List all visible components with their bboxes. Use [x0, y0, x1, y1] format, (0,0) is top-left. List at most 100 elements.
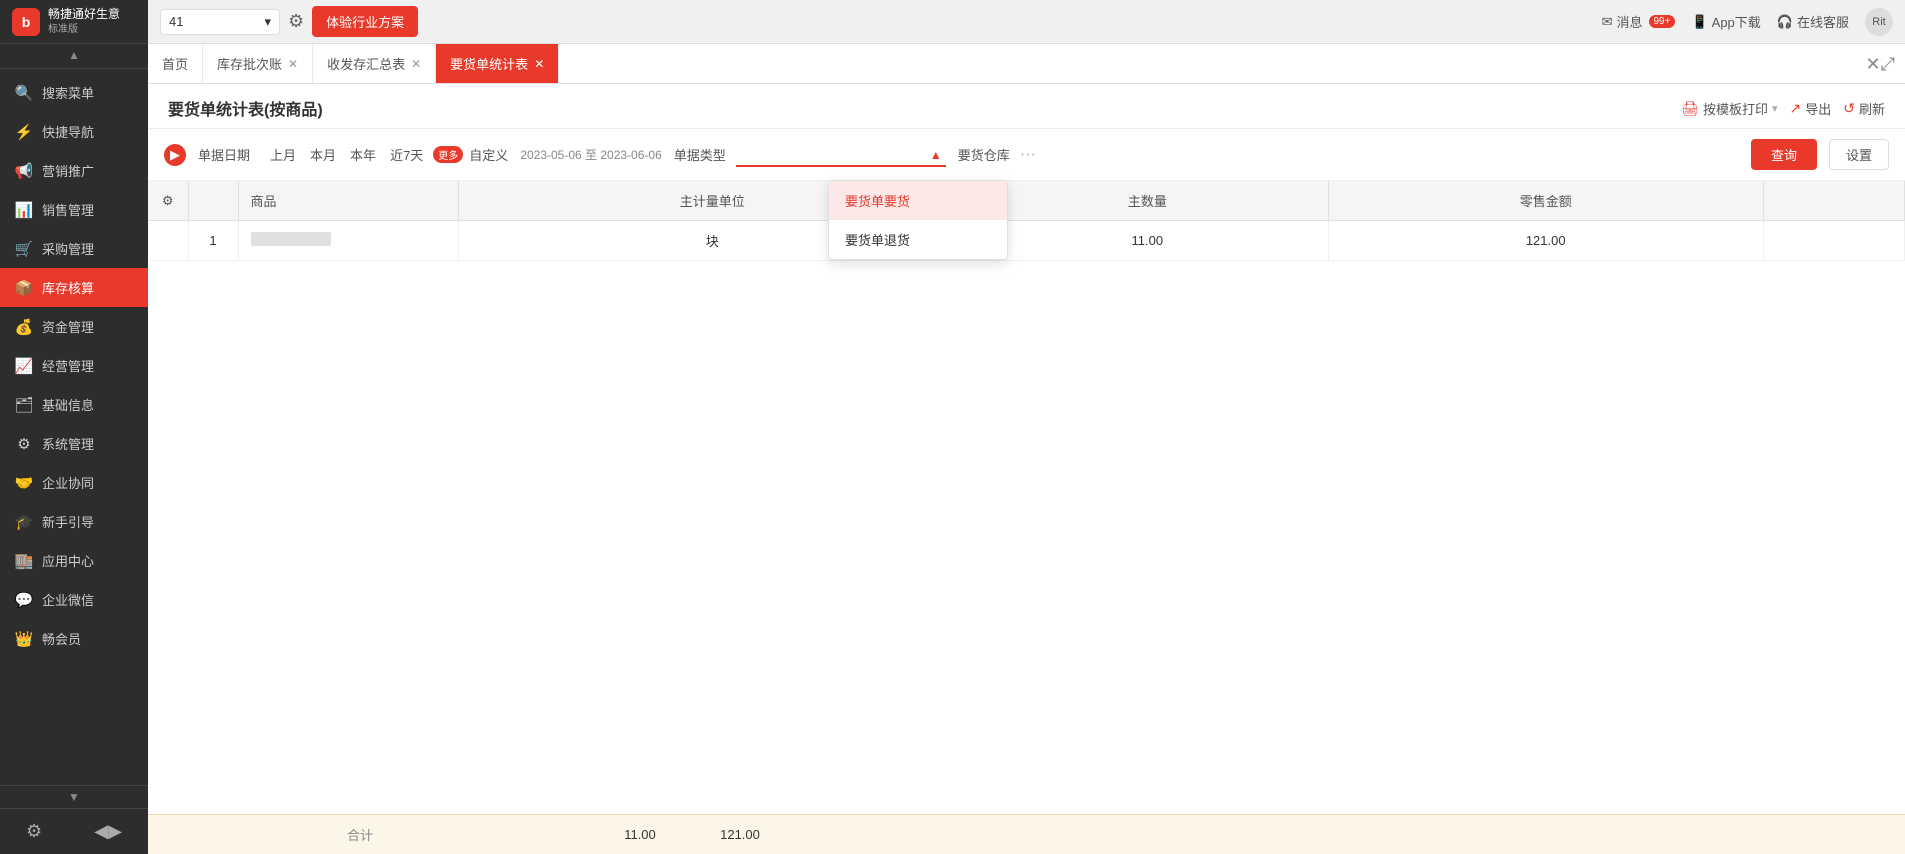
guide-icon: 🎓 [14, 513, 34, 531]
date-this-month-btn[interactable]: 本月 [306, 143, 340, 166]
sidebar-item-sales[interactable]: 📊销售管理 [0, 190, 148, 229]
messages-label: 消息 [1616, 12, 1642, 31]
marketing-icon: 📢 [14, 162, 34, 180]
date-filter-label: 单据日期 [198, 145, 250, 164]
sidebar-item-guide[interactable]: 🎓新手引导 [0, 502, 148, 541]
date-this-year-btn[interactable]: 本年 [346, 143, 380, 166]
sidebar-item-enterprise[interactable]: 🤝企业协同 [0, 463, 148, 502]
system-icon: ⚙ [14, 435, 34, 453]
print-btn[interactable]: 🖨 按模板打印 ▾ [1681, 99, 1777, 118]
tab-close-receivable-summary[interactable]: ✕ [411, 57, 421, 71]
date-custom-btn[interactable]: 自定义 [469, 145, 508, 164]
appstore-icon: 🏬 [14, 552, 34, 570]
date-range-display: 2023-05-06 至 2023-06-06 [520, 146, 661, 163]
table-footer: 合计 11.00 121.00 [148, 814, 1905, 854]
content-area: 要货单统计表(按商品) 🖨 按模板打印 ▾ ↗ 导出 ↺ 刷新 ▶ [148, 84, 1905, 854]
tab-close-inventory-batch[interactable]: ✕ [288, 57, 298, 71]
sidebar-label-finance: 资金管理 [42, 317, 94, 336]
cell-extra [1763, 221, 1904, 261]
vip-icon: 👑 [14, 630, 34, 648]
sidebar-label-purchase: 采购管理 [42, 239, 94, 258]
tab-inventory-batch[interactable]: 库存批次账 ✕ [203, 44, 313, 83]
tab-receivable-summary[interactable]: 收发存汇总表 ✕ [313, 44, 436, 83]
sidebar-item-inventory[interactable]: 📦库存核算 [0, 268, 148, 307]
tab-label-order-stat: 要货单统计表 [450, 54, 528, 73]
tab-label-receivable-summary: 收发存汇总表 [327, 54, 405, 73]
sidebar-collapse-btn[interactable]: ◀▶ [90, 817, 126, 846]
store-selector[interactable]: 41 ▾ [160, 9, 280, 35]
sidebar-item-shortcuts[interactable]: ⚡快捷导航 [0, 112, 148, 151]
tab-label-home: 首页 [162, 54, 188, 73]
basic-icon: 🗂 [14, 396, 34, 414]
tab-expand-btn[interactable]: ⤢ [1881, 54, 1895, 75]
sidebar-scroll-down[interactable]: ▼ [68, 790, 80, 804]
warehouse-dots-btn[interactable]: ··· [1020, 146, 1036, 164]
col-extra-header [1763, 181, 1904, 221]
sidebar-settings-btn[interactable]: ⚙ [22, 817, 46, 846]
dropdown-item-order-return[interactable]: 要货单退货 [829, 220, 1007, 259]
sidebar-item-purchase[interactable]: 🛒 采购管理 [0, 229, 148, 268]
operations-icon: 📈 [14, 357, 34, 375]
app-download-label: App下载 [1712, 12, 1761, 31]
tab-home[interactable]: 首页 [148, 44, 203, 83]
sidebar-label-inventory: 库存核算 [42, 278, 94, 297]
store-chevron-icon: ▾ [264, 14, 271, 30]
type-filter-input[interactable] [736, 142, 946, 167]
sidebar-item-operations[interactable]: 📈 经营管理 [0, 346, 148, 385]
sidebar-label-search: 搜索菜单 [42, 83, 94, 102]
enterprise-icon: 🤝 [14, 474, 34, 492]
sidebar-item-basic[interactable]: 🗂 基础信息 [0, 385, 148, 424]
avatar[interactable]: Rit [1865, 8, 1893, 36]
tab-label-inventory-batch: 库存批次账 [217, 54, 282, 73]
export-btn[interactable]: ↗ 导出 [1790, 99, 1832, 118]
messages-btn[interactable]: ✉ 消息 99+ [1602, 12, 1676, 31]
sidebar-label-basic: 基础信息 [42, 395, 94, 414]
service-icon: 🎧 [1777, 14, 1793, 30]
messages-badge: 99+ [1649, 15, 1676, 28]
sidebar-item-finance[interactable]: 💰资金管理 [0, 307, 148, 346]
store-name: 41 [169, 14, 183, 29]
tab-order-stat[interactable]: 要货单统计表 ✕ [436, 44, 559, 83]
type-chevron-icon[interactable]: ▲ [930, 148, 942, 162]
footer-quantity: 11.00 [590, 827, 690, 842]
page-header: 要货单统计表(按商品) 🖨 按模板打印 ▾ ↗ 导出 ↺ 刷新 [148, 84, 1905, 129]
customer-service-btn[interactable]: 🎧 在线客服 [1777, 12, 1849, 31]
filter-bar: ▶ 单据日期 上月 本月 本年 近7天 更多 自定义 2023-05-06 至 … [148, 129, 1905, 181]
sidebar-item-system[interactable]: ⚙系统管理 [0, 424, 148, 463]
sidebar-scroll-up[interactable]: ▲ [68, 48, 80, 64]
footer-amount: 121.00 [690, 827, 790, 842]
refresh-btn[interactable]: ↺ 刷新 [1843, 99, 1885, 118]
tab-close-order-stat[interactable]: ✕ [534, 57, 544, 71]
search-icon: 🔍 [14, 84, 34, 102]
sidebar-label-operations: 经营管理 [42, 356, 94, 375]
filter-toggle-btn[interactable]: ▶ [164, 144, 186, 166]
col-settings-header[interactable]: ⚙ [148, 181, 188, 221]
sidebar-nav: 🔍 搜索菜单 ⚡快捷导航📢营销推广📊销售管理 🛒 采购管理 📦库存核算💰资金管理 📈 经营管理… [0, 69, 148, 785]
filter-settings-btn[interactable]: 设置 [1829, 139, 1889, 170]
app-icon: 📱 [1691, 14, 1707, 30]
topbar-settings-btn[interactable]: ⚙ [288, 11, 304, 32]
trial-button[interactable]: 体验行业方案 [312, 6, 418, 37]
export-icon: ↗ [1790, 100, 1802, 117]
print-chevron-icon: ▾ [1772, 102, 1778, 115]
logo-icon: b [12, 8, 40, 36]
purchase-icon: 🛒 [14, 240, 34, 258]
query-btn[interactable]: 查询 [1751, 139, 1817, 170]
sales-icon: 📊 [14, 201, 34, 219]
sidebar-item-marketing[interactable]: 📢营销推广 [0, 151, 148, 190]
cell-product [238, 221, 458, 261]
sidebar-item-search[interactable]: 🔍 搜索菜单 [0, 73, 148, 112]
sidebar-item-appstore[interactable]: 🏬 应用中心 [0, 541, 148, 580]
tab-close-all-btn[interactable]: ✕ [1866, 54, 1881, 75]
date-last-7days-btn[interactable]: 近7天 [386, 143, 427, 166]
date-last-month-btn[interactable]: 上月 [266, 143, 300, 166]
dropdown-item-order-goods[interactable]: 要货单要货 [829, 181, 1007, 220]
sidebar-label-appstore: 应用中心 [42, 551, 94, 570]
sidebar-item-vip[interactable]: 👑畅会员 [0, 619, 148, 658]
shortcuts-icon: ⚡ [14, 123, 34, 141]
sidebar-item-wxwork[interactable]: 💬企业微信 [0, 580, 148, 619]
sidebar: b 畅捷通好生意 标准版 ▲ 🔍搜索菜单⚡快捷导航📢营销推广📊销售管理🛒采购管理… [0, 0, 148, 854]
col-amount-header: 零售金额 [1328, 181, 1763, 221]
app-download-btn[interactable]: 📱 App下载 [1691, 12, 1760, 31]
cell-amount: 121.00 [1328, 221, 1763, 261]
